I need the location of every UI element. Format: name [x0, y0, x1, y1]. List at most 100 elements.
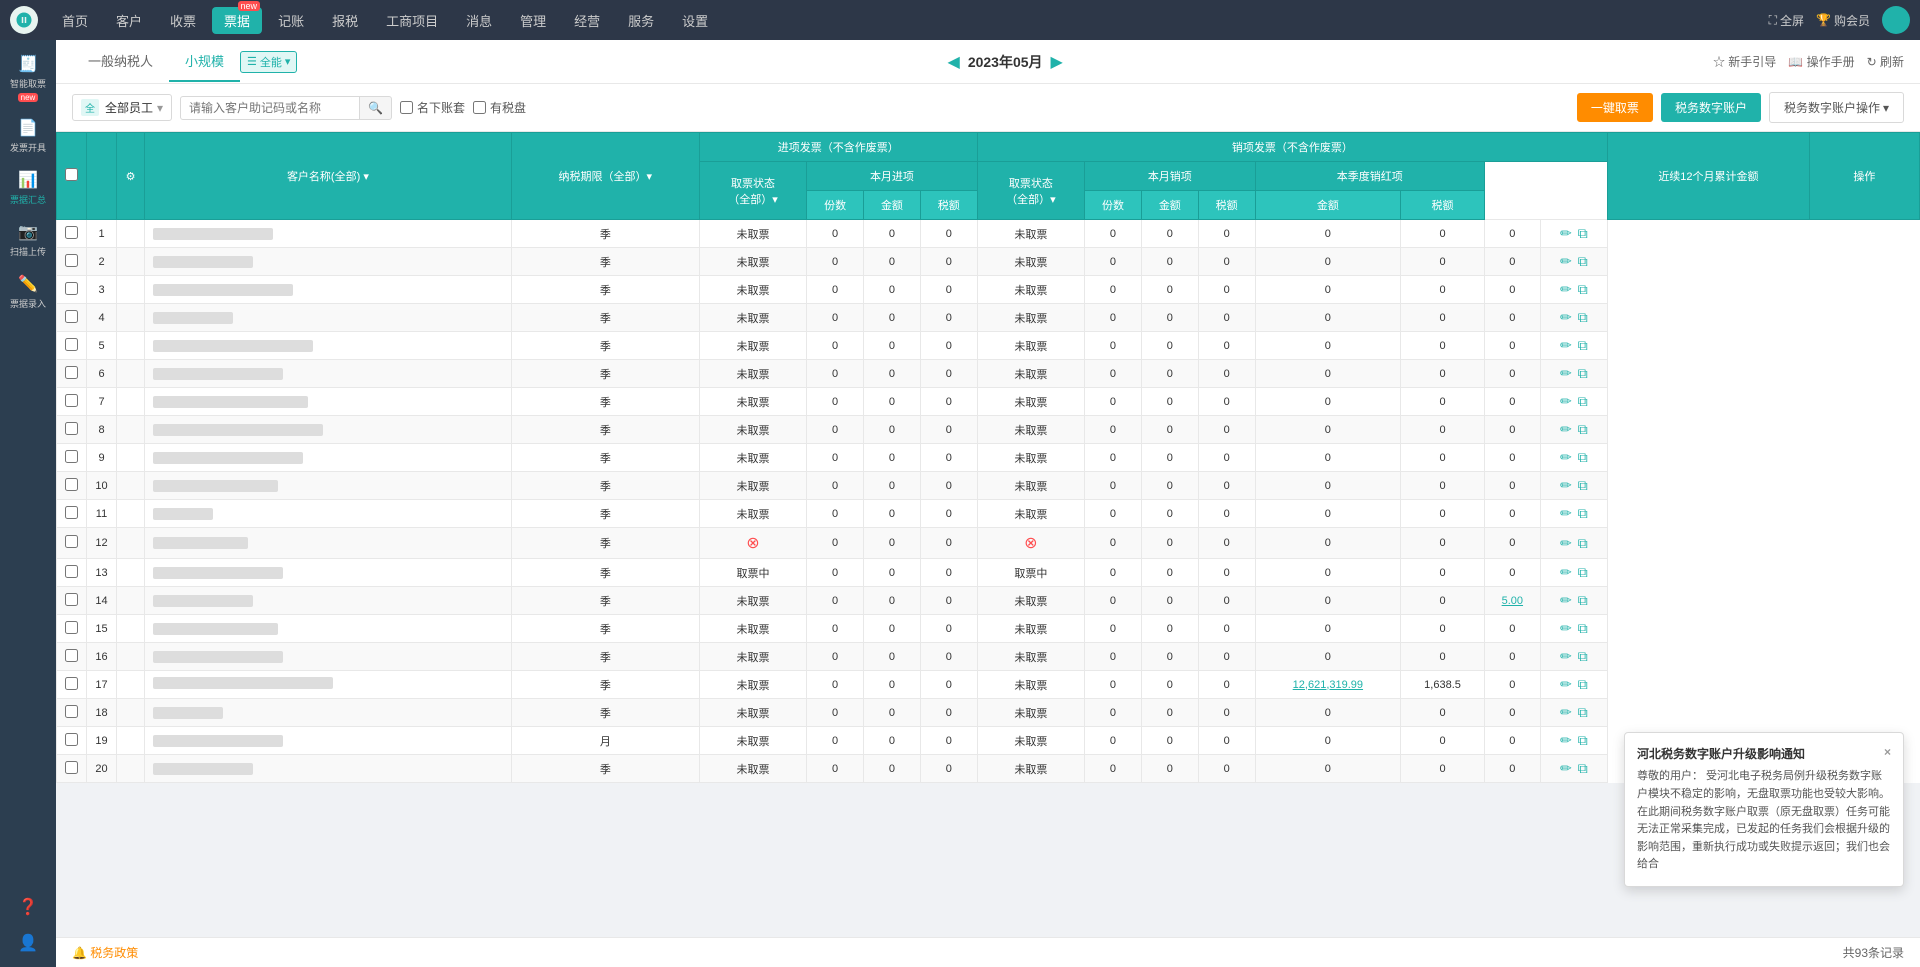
copy-icon[interactable]: ⧉: [1578, 225, 1588, 242]
row-checkbox[interactable]: [65, 565, 78, 578]
fullscreen-button[interactable]: ⛶ 全屏: [1769, 12, 1804, 29]
tax-account-ops-button[interactable]: 税务数字账户操作 ▾: [1769, 92, 1904, 123]
nav-operation[interactable]: 经营: [562, 7, 612, 34]
nav-manage[interactable]: 管理: [508, 7, 558, 34]
row-checkbox[interactable]: [65, 677, 78, 690]
copy-icon[interactable]: ⧉: [1578, 421, 1588, 438]
row-checkbox[interactable]: [65, 338, 78, 351]
nav-home[interactable]: 首页: [50, 7, 100, 34]
search-input[interactable]: [180, 96, 360, 120]
sidebar-item-invoice-entry[interactable]: ✏️ 票据录入: [2, 268, 54, 316]
nav-settings[interactable]: 设置: [670, 7, 720, 34]
edit-icon[interactable]: ✏: [1560, 505, 1572, 522]
copy-icon[interactable]: ⧉: [1578, 732, 1588, 749]
copy-icon[interactable]: ⧉: [1578, 309, 1588, 326]
row-checkbox[interactable]: [65, 254, 78, 267]
row-checkbox[interactable]: [65, 535, 78, 548]
copy-icon[interactable]: ⧉: [1578, 505, 1588, 522]
row-checkbox[interactable]: [65, 310, 78, 323]
edit-icon[interactable]: ✏: [1560, 732, 1572, 749]
edit-icon[interactable]: ✏: [1560, 421, 1572, 438]
sidebar-item-help[interactable]: ❓: [2, 891, 54, 923]
row-checkbox[interactable]: [65, 366, 78, 379]
edit-icon[interactable]: ✏: [1560, 281, 1572, 298]
copy-icon[interactable]: ⧉: [1578, 564, 1588, 581]
copy-icon[interactable]: ⧉: [1578, 760, 1588, 777]
copy-icon[interactable]: ⧉: [1578, 281, 1588, 298]
one-click-fetch-button[interactable]: 一键取票: [1577, 93, 1653, 122]
tab-small-scale[interactable]: 小规模: [169, 41, 240, 82]
nav-business[interactable]: 工商项目: [374, 7, 450, 34]
row-checkbox[interactable]: [65, 621, 78, 634]
next-period-button[interactable]: ▶: [1051, 52, 1063, 72]
row-checkbox[interactable]: [65, 282, 78, 295]
tax-policy-link[interactable]: 🔔 税务政策: [72, 944, 138, 961]
copy-icon[interactable]: ⧉: [1578, 648, 1588, 665]
edit-icon[interactable]: ✏: [1560, 393, 1572, 410]
sidebar-item-invoice-open[interactable]: 📄 发票开具: [2, 112, 54, 160]
copy-icon[interactable]: ⧉: [1578, 337, 1588, 354]
nav-invoice[interactable]: 票据 new: [212, 7, 262, 34]
edit-icon[interactable]: ✏: [1560, 535, 1572, 552]
copy-icon[interactable]: ⧉: [1578, 253, 1588, 270]
edit-icon[interactable]: ✏: [1560, 704, 1572, 721]
row-checkbox[interactable]: [65, 593, 78, 606]
manual-button[interactable]: 📖 操作手册: [1788, 53, 1854, 70]
edit-icon[interactable]: ✏: [1560, 564, 1572, 581]
edit-icon[interactable]: ✏: [1560, 309, 1572, 326]
edit-icon[interactable]: ✏: [1560, 253, 1572, 270]
copy-icon[interactable]: ⧉: [1578, 592, 1588, 609]
row-checkbox[interactable]: [65, 226, 78, 239]
nav-tax[interactable]: 报税: [320, 7, 370, 34]
tab-all-capable[interactable]: ☰ 全能 ▾: [240, 51, 297, 73]
search-button[interactable]: 🔍: [360, 96, 392, 120]
tax-account-button[interactable]: 税务数字账户: [1661, 93, 1761, 122]
row-checkbox[interactable]: [65, 649, 78, 662]
copy-icon[interactable]: ⧉: [1578, 676, 1588, 693]
sidebar-item-smart-fetch[interactable]: 🧾 智能取票 new: [2, 48, 54, 108]
row-checkbox[interactable]: [65, 478, 78, 491]
row-checkbox[interactable]: [65, 733, 78, 746]
sidebar-item-scan-upload[interactable]: 📷 扫描上传: [2, 216, 54, 264]
copy-icon[interactable]: ⧉: [1578, 477, 1588, 494]
copy-icon[interactable]: ⧉: [1578, 393, 1588, 410]
copy-icon[interactable]: ⧉: [1578, 365, 1588, 382]
new-guide-button[interactable]: ☆ 新手引导: [1713, 53, 1776, 70]
row-checkbox[interactable]: [65, 705, 78, 718]
sidebar-item-invoice-summary[interactable]: 📊 票据汇总: [2, 164, 54, 212]
row-checkbox[interactable]: [65, 394, 78, 407]
edit-icon[interactable]: ✏: [1560, 620, 1572, 637]
edit-icon[interactable]: ✏: [1560, 337, 1572, 354]
copy-icon[interactable]: ⧉: [1578, 704, 1588, 721]
checkbox-named-account[interactable]: 名下账套: [400, 99, 465, 116]
nav-service[interactable]: 服务: [616, 7, 666, 34]
select-all-checkbox[interactable]: [65, 168, 78, 181]
row-checkbox[interactable]: [65, 450, 78, 463]
notification-close-button[interactable]: ×: [1884, 745, 1891, 762]
copy-icon[interactable]: ⧉: [1578, 620, 1588, 637]
nav-message[interactable]: 消息: [454, 7, 504, 34]
edit-icon[interactable]: ✏: [1560, 760, 1572, 777]
edit-icon[interactable]: ✏: [1560, 449, 1572, 466]
edit-icon[interactable]: ✏: [1560, 225, 1572, 242]
edit-icon[interactable]: ✏: [1560, 592, 1572, 609]
red-amount-value[interactable]: 12,621,319.99: [1293, 679, 1363, 691]
tab-general-taxpayer[interactable]: 一般纳税人: [72, 41, 169, 82]
member-button[interactable]: 🏆 购会员: [1816, 12, 1870, 29]
copy-icon[interactable]: ⧉: [1578, 535, 1588, 552]
refresh-button[interactable]: ↻ 刷新: [1867, 53, 1904, 70]
sidebar-item-user[interactable]: 👤: [2, 927, 54, 959]
edit-icon[interactable]: ✏: [1560, 676, 1572, 693]
prev-period-button[interactable]: ◀: [948, 52, 960, 72]
edit-icon[interactable]: ✏: [1560, 365, 1572, 382]
employee-select[interactable]: 全 全部员工 ▾: [72, 94, 172, 121]
row-checkbox[interactable]: [65, 422, 78, 435]
nav-client[interactable]: 客户: [104, 7, 154, 34]
edit-icon[interactable]: ✏: [1560, 477, 1572, 494]
checkbox-has-tax-disk[interactable]: 有税盘: [473, 99, 526, 116]
row-checkbox[interactable]: [65, 506, 78, 519]
edit-icon[interactable]: ✏: [1560, 648, 1572, 665]
user-avatar[interactable]: [1882, 6, 1910, 34]
cumulative-value[interactable]: 5.00: [1502, 595, 1523, 607]
row-checkbox[interactable]: [65, 761, 78, 774]
